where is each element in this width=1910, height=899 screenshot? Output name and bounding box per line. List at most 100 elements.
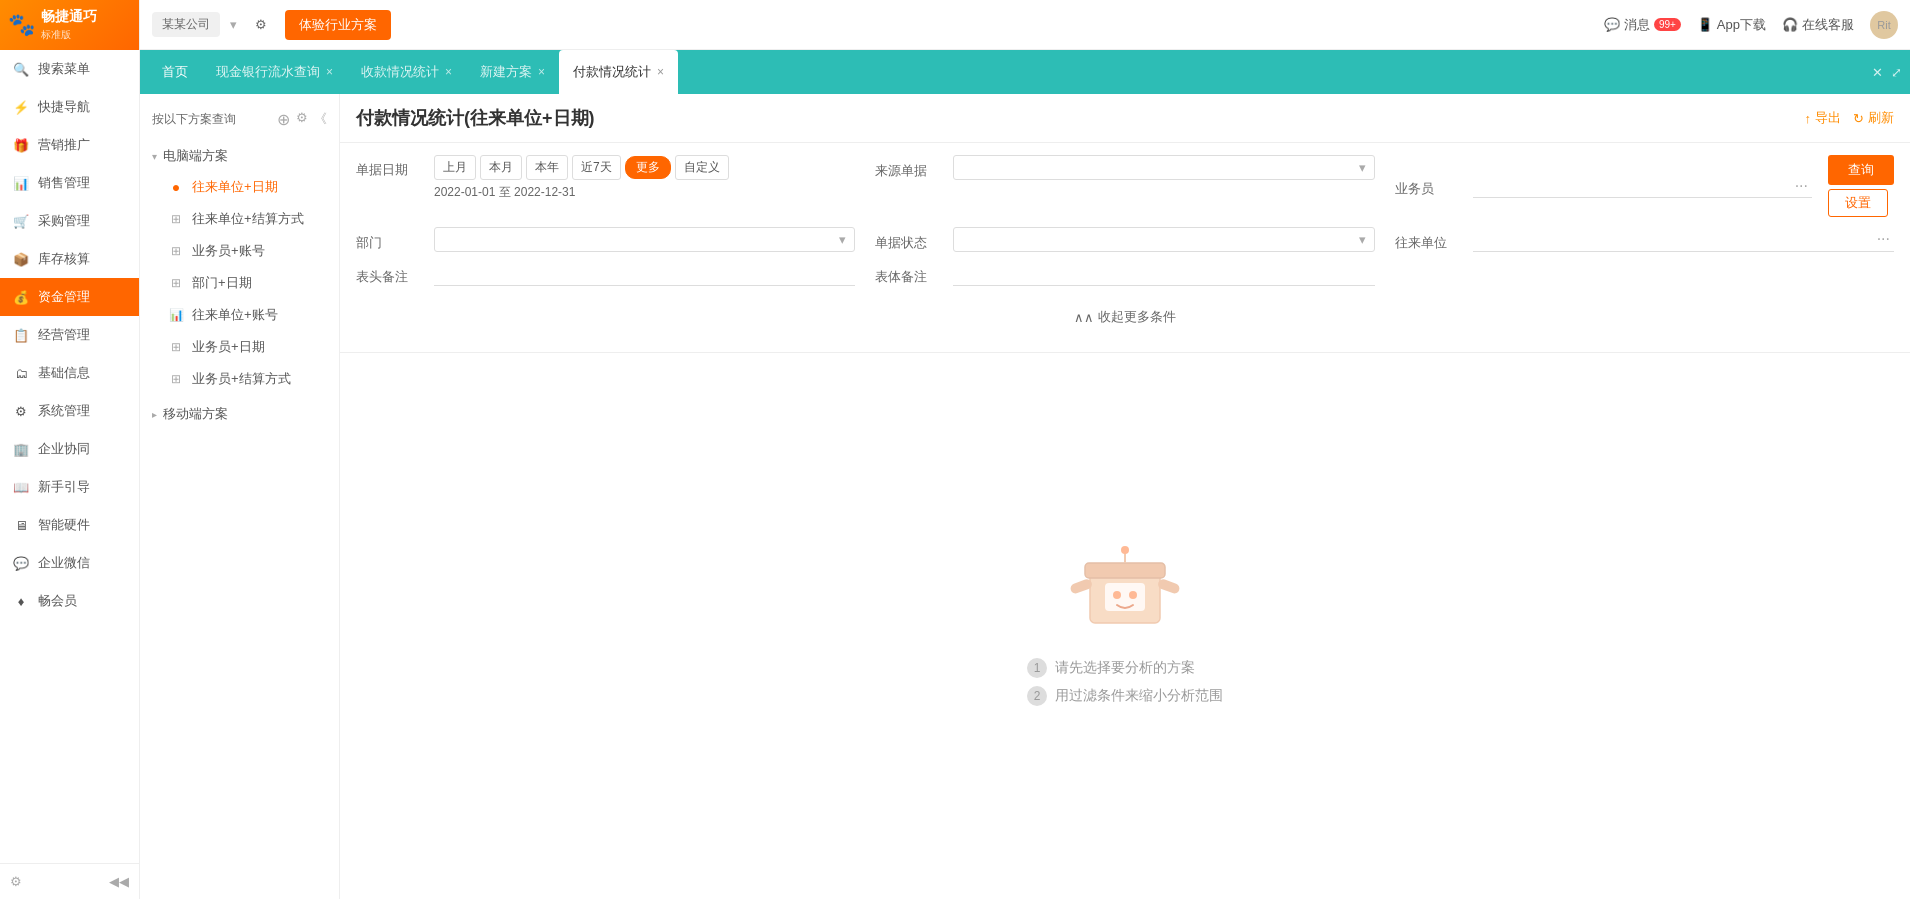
content-area: 按以下方案查询 ⊕ ⚙ 《 电脑端方案 ● 往来单位+日期 ⊞: [140, 94, 1910, 899]
empty-state: 1 请先选择要分析的方案 2 用过滤条件来缩小分析范围: [340, 353, 1910, 899]
settings-button[interactable]: 设置: [1828, 189, 1888, 217]
tab-payments-close[interactable]: ×: [657, 65, 664, 79]
scheme-item-staff-date[interactable]: ⊞ 业务员+日期: [140, 331, 339, 363]
scheme-item-unit-account[interactable]: 📊 往来单位+账号: [140, 299, 339, 331]
desktop-scheme-group: 电脑端方案 ● 往来单位+日期 ⊞ 往来单位+结算方式 ⊞ 业务员+账号 ⊞ 部…: [140, 141, 339, 395]
date-btn-7days[interactable]: 近7天: [572, 155, 621, 180]
scheme-item-dept-date[interactable]: ⊞ 部门+日期: [140, 267, 339, 299]
add-scheme-icon[interactable]: ⊕: [277, 110, 290, 129]
purchase-icon: 🛒: [12, 212, 30, 230]
trial-button[interactable]: 体验行业方案: [285, 10, 391, 40]
scheme-item-unit-settlement[interactable]: ⊞ 往来单位+结算方式: [140, 203, 339, 235]
scheme-item-staff-settlement[interactable]: ⊞ 业务员+结算方式: [140, 363, 339, 395]
tab-cash-bank[interactable]: 现金银行流水查询 ×: [202, 50, 347, 94]
doc-status-select[interactable]: [953, 227, 1374, 252]
staff-input[interactable]: [1473, 174, 1791, 197]
topbar-gear-button[interactable]: ⚙: [247, 11, 275, 39]
sidebar-item-vip[interactable]: ♦ 畅会员: [0, 582, 139, 620]
staff-filter: 业务员 ··· 查询 设置: [1395, 155, 1894, 217]
export-button[interactable]: ↑ 导出: [1805, 109, 1842, 127]
quicknav-icon: ⚡: [12, 98, 30, 116]
scheme-panel-title: 按以下方案查询: [152, 111, 236, 128]
refresh-icon: ↻: [1853, 111, 1864, 126]
guide-icon: 📖: [12, 478, 30, 496]
sidebar-item-purchase[interactable]: 🛒 采购管理: [0, 202, 139, 240]
sidebar-item-enterprise[interactable]: 🏢 企业协同: [0, 430, 139, 468]
service-label: 在线客服: [1802, 16, 1854, 34]
message-button[interactable]: 💬 消息 99+: [1604, 16, 1681, 34]
sidebar-item-wechat[interactable]: 💬 企业微信: [0, 544, 139, 582]
tab-maximize-icon[interactable]: ⤢: [1891, 65, 1902, 80]
mobile-group-arrow: [152, 409, 157, 420]
tab-receipts-close[interactable]: ×: [445, 65, 452, 79]
sidebar-item-label: 采购管理: [38, 212, 90, 230]
sidebar-item-hardware[interactable]: 🖥 智能硬件: [0, 506, 139, 544]
scheme-table-icon: ⊞: [168, 275, 184, 291]
date-btn-more[interactable]: 更多: [625, 156, 671, 179]
page-header: 付款情况统计(往来单位+日期) ↑ 导出 ↻ 刷新: [340, 94, 1910, 143]
sidebar-item-label: 企业微信: [38, 554, 90, 572]
date-btn-last-month[interactable]: 上月: [434, 155, 476, 180]
refresh-button[interactable]: ↻ 刷新: [1853, 109, 1894, 127]
tab-cash-bank-close[interactable]: ×: [326, 65, 333, 79]
sidebar-item-inventory[interactable]: 📦 库存核算: [0, 240, 139, 278]
scheme-label: 业务员+结算方式: [192, 370, 291, 388]
header-note-input[interactable]: [434, 262, 855, 286]
scheme-item-unit-date[interactable]: ● 往来单位+日期: [140, 171, 339, 203]
hint-text-2: 用过滤条件来缩小分析范围: [1055, 687, 1223, 705]
sidebar-item-sales[interactable]: 📊 销售管理: [0, 164, 139, 202]
sidebar-item-basic-info[interactable]: 🗂 基础信息: [0, 354, 139, 392]
desktop-group-title[interactable]: 电脑端方案: [140, 141, 339, 171]
sidebar-header: 🐾 畅捷通巧 标准版: [0, 0, 139, 50]
date-btn-this-month[interactable]: 本月: [480, 155, 522, 180]
sidebar-item-capital[interactable]: 💰 资金管理: [0, 278, 139, 316]
tab-home-label: 首页: [162, 63, 188, 81]
sidebar-item-label: 经营管理: [38, 326, 90, 344]
online-service-button[interactable]: 🎧 在线客服: [1782, 16, 1854, 34]
company-address[interactable]: 某某公司: [152, 12, 220, 37]
partner-filter-label: 往来单位: [1395, 228, 1465, 252]
collapse-panel-icon[interactable]: 《: [314, 110, 327, 129]
date-btn-custom[interactable]: 自定义: [675, 155, 729, 180]
tab-new-scheme-close[interactable]: ×: [538, 65, 545, 79]
tab-new-scheme[interactable]: 新建方案 ×: [466, 50, 559, 94]
sidebar-item-marketing[interactable]: 🎁 营销推广: [0, 126, 139, 164]
partner-input[interactable]: [1473, 228, 1873, 251]
tab-receipts[interactable]: 收款情况统计 ×: [347, 50, 466, 94]
staff-more-icon[interactable]: ···: [1791, 177, 1812, 195]
collapse-sidebar-icon[interactable]: ◀◀: [109, 874, 129, 889]
settings-icon[interactable]: ⚙: [10, 874, 22, 889]
tab-payments[interactable]: 付款情况统计 ×: [559, 50, 678, 94]
scheme-item-staff-account[interactable]: ⊞ 业务员+账号: [140, 235, 339, 267]
topbar-dropdown-icon[interactable]: ▾: [230, 17, 237, 32]
body-note-label: 表体备注: [875, 262, 945, 286]
query-button[interactable]: 查询: [1828, 155, 1894, 185]
sidebar-item-label: 系统管理: [38, 402, 90, 420]
app-name: 畅捷通巧: [41, 8, 97, 26]
settings-scheme-icon[interactable]: ⚙: [296, 110, 308, 129]
user-avatar[interactable]: Rit: [1870, 11, 1898, 39]
main-area: 某某公司 ▾ ⚙ 体验行业方案 💬 消息 99+ 📱 App下载 🎧 在线客服 …: [140, 0, 1910, 899]
scheme-label: 往来单位+日期: [192, 178, 278, 196]
app-download-button[interactable]: 📱 App下载: [1697, 16, 1766, 34]
tab-close-all-icon[interactable]: ✕: [1872, 65, 1883, 80]
dept-filter: 部门: [356, 227, 855, 252]
sidebar-item-quicknav[interactable]: ⚡ 快捷导航: [0, 88, 139, 126]
sidebar-item-operations[interactable]: 📋 经营管理: [0, 316, 139, 354]
collapse-conditions-button[interactable]: ∧∧ 收起更多条件: [356, 302, 1894, 332]
source-select[interactable]: [953, 155, 1374, 180]
mobile-group-title[interactable]: 移动端方案: [140, 399, 339, 429]
sidebar-item-search[interactable]: 🔍 搜索菜单: [0, 50, 139, 88]
body-note-filter: 表体备注: [875, 262, 1374, 286]
sidebar-item-system[interactable]: ⚙ 系统管理: [0, 392, 139, 430]
scheme-table-icon: ⊞: [168, 339, 184, 355]
sidebar-navigation: 🔍 搜索菜单 ⚡ 快捷导航 🎁 营销推广 📊 销售管理 🛒 采购管理 📦 库存核…: [0, 50, 139, 863]
dept-select[interactable]: [434, 227, 855, 252]
date-btn-this-year[interactable]: 本年: [526, 155, 568, 180]
body-note-input[interactable]: [953, 262, 1374, 286]
sidebar-item-label: 智能硬件: [38, 516, 90, 534]
right-panel: 付款情况统计(往来单位+日期) ↑ 导出 ↻ 刷新: [340, 94, 1910, 899]
partner-more-icon[interactable]: ···: [1873, 230, 1894, 248]
tab-home[interactable]: 首页: [148, 50, 202, 94]
sidebar-item-guide[interactable]: 📖 新手引导: [0, 468, 139, 506]
